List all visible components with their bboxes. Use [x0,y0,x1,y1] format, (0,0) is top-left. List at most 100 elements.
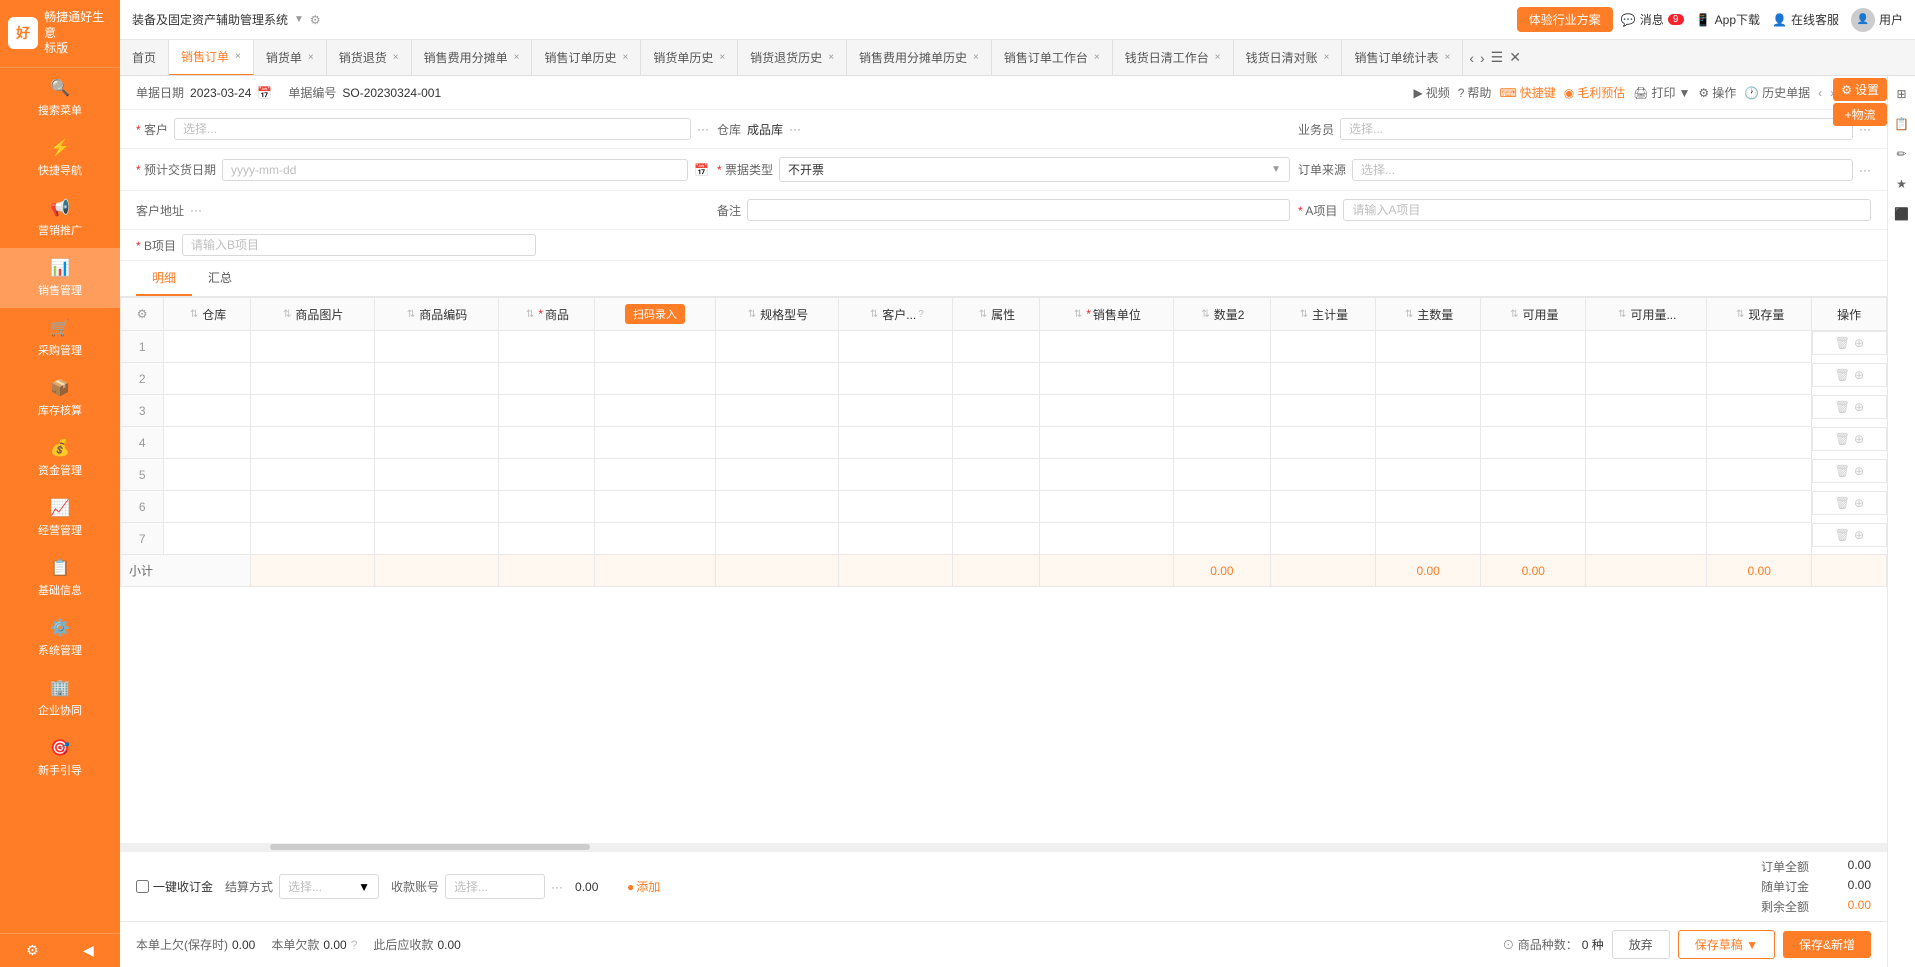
scroll-indicator[interactable] [120,843,1887,851]
tab-next-icon[interactable]: › [1478,50,1487,66]
message-item[interactable]: 💬 消息 9 [1621,11,1684,28]
salesperson-input[interactable] [1340,118,1853,140]
sort-icon[interactable]: ⇅ [526,309,534,320]
sidebar-item-sales[interactable]: 📊 销售管理 [0,248,120,308]
sort-icon[interactable]: ⇅ [1405,309,1413,320]
th-spec[interactable]: ⇅ 规格型号 [715,298,839,331]
tab-close-icon[interactable]: × [514,52,520,63]
th-product-code[interactable]: ⇅ 商品编码 [374,298,498,331]
tab-close-icon[interactable]: × [828,52,834,63]
tab-expense-history[interactable]: 销售费用分摊单历史 × [847,40,992,76]
delivery-date-input[interactable] [222,159,688,181]
title-dropdown-icon[interactable]: ▼ [294,14,304,25]
sidebar-item-guide[interactable]: 🎯 新手引导 [0,728,120,788]
th-available[interactable]: ⇅ 可用量 [1481,298,1586,331]
tab-close-icon[interactable]: × [393,52,399,63]
tab-sales-stats[interactable]: 销售订单统计表 × [1342,40,1463,76]
sidebar-settings-icon[interactable]: ⚙ [26,942,39,959]
view-btn[interactable]: ▶ 视频 [1413,84,1449,101]
th-warehouse[interactable]: ⇅ 仓库 [164,298,250,331]
info-icon[interactable]: ? [351,938,358,952]
tool-item-4[interactable]: ★ [1890,170,1914,198]
tab-close-icon[interactable]: × [308,52,314,63]
tab-sales-order[interactable]: 销售订单 × [169,40,254,76]
settings-icon[interactable]: ⚙ [310,13,321,27]
th-config[interactable]: ⚙ [121,298,164,331]
row-delete-icon[interactable]: 🗑 [1835,368,1850,382]
th-product[interactable]: ⇅ *商品 [498,298,595,331]
address-more-icon[interactable]: ··· [190,203,202,217]
app-download-item[interactable]: 📱 App下载 [1696,11,1760,28]
customer-input[interactable] [174,118,691,140]
history-btn[interactable]: 🕐 历史单据 [1744,84,1810,101]
tab-home[interactable]: 首页 [120,40,169,76]
tab-cash-workbench[interactable]: 钱货日清工作台 × [1113,40,1234,76]
sidebar-item-operations[interactable]: 📈 经营管理 [0,488,120,548]
row-copy-icon[interactable]: ⊕ [1854,528,1864,542]
sidebar-item-system[interactable]: ⚙️ 系统管理 [0,608,120,668]
delivery-date-cal-icon[interactable]: 📅 [694,163,709,177]
tab-close-icon[interactable]: × [973,52,979,63]
row-delete-icon[interactable]: 🗑 [1835,496,1850,510]
online-service-item[interactable]: 👤 在线客服 [1772,11,1839,28]
save-draft-button[interactable]: 保存草稿 ▼ [1678,930,1775,959]
th-product-image[interactable]: ⇅ 商品图片 [250,298,374,331]
ticket-type-select[interactable]: 不开票 ▼ [779,157,1290,182]
row-delete-icon[interactable]: 🗑 [1835,464,1850,478]
nav-prev-icon[interactable]: ‹ [1818,86,1822,100]
tab-prev-icon[interactable]: ‹ [1467,50,1476,66]
th-available2[interactable]: ⇅ 可用量... [1586,298,1707,331]
tab-close-icon[interactable]: × [1215,52,1221,63]
sidebar-item-basicinfo[interactable]: 📋 基础信息 [0,548,120,608]
solution-button[interactable]: 体验行业方案 [1517,7,1613,32]
sidebar-item-quick[interactable]: ⚡ 快捷导航 [0,128,120,188]
tab-close-icon[interactable]: × [235,51,241,62]
tab-return-history[interactable]: 销货退货历史 × [738,40,847,76]
tab-order-workbench[interactable]: 销售订单工作台 × [992,40,1113,76]
quick-payment-checkbox[interactable]: 一键收订金 [136,878,213,895]
tool-item-1[interactable]: ⊞ [1890,80,1914,108]
sort-icon[interactable]: ⇅ [283,309,291,320]
sidebar-item-inventory[interactable]: 📦 库存核算 [0,368,120,428]
calendar-icon[interactable]: 📅 [257,86,272,100]
tool-item-3[interactable]: ✏ [1890,140,1914,168]
tab-close-icon[interactable]: × [622,52,628,63]
th-main-quantity[interactable]: ⇅ 主数量 [1376,298,1481,331]
tab-summary[interactable]: 汇总 [192,261,248,296]
help-icon[interactable]: ? [918,309,924,320]
th-quantity2[interactable]: ⇅ 数量2 [1174,298,1271,331]
tab-invoice-history[interactable]: 销货单历史 × [641,40,738,76]
sort-icon[interactable]: ⇅ [1201,309,1209,320]
warehouse-more-icon[interactable]: ··· [789,122,801,136]
sort-icon[interactable]: ⇅ [190,309,198,320]
save-new-button[interactable]: 保存&新增 [1783,931,1871,958]
tab-expense-split[interactable]: 销售费用分摊单 × [412,40,533,76]
account-select[interactable]: 选择... [445,874,545,899]
tool-item-2[interactable]: 📋 [1890,110,1914,138]
shortcut-btn[interactable]: ⌨ 快捷键 [1499,84,1555,101]
sidebar-item-enterprise[interactable]: 🏢 企业协同 [0,668,120,728]
row-delete-icon[interactable]: 🗑 [1835,336,1850,350]
account-more-icon[interactable]: ··· [551,880,563,894]
discard-button[interactable]: 放弃 [1612,930,1670,959]
row-copy-icon[interactable]: ⊕ [1854,368,1864,382]
sort-icon[interactable]: ⇅ [1300,309,1308,320]
sort-icon[interactable]: ⇅ [870,309,878,320]
sort-icon[interactable]: ⇅ [748,309,756,320]
tab-menu-icon[interactable]: ☰ [1489,49,1506,66]
th-main-unit[interactable]: ⇅ 主计量 [1270,298,1375,331]
sidebar-item-finance[interactable]: 💰 资金管理 [0,428,120,488]
th-current-stock[interactable]: ⇅ 现存量 [1707,298,1812,331]
tab-close-icon[interactable]: × [1444,52,1450,63]
row-delete-icon[interactable]: 🗑 [1835,400,1850,414]
th-attribute[interactable]: ⇅ 属性 [953,298,1039,331]
detail-table-wrapper[interactable]: ⚙ ⇅ 仓库 ⇅ 商品图片 [120,297,1887,843]
tab-close-icon[interactable]: × [1094,52,1100,63]
operation-btn[interactable]: ⚙ 操作 [1698,84,1736,101]
row-copy-icon[interactable]: ⊕ [1854,432,1864,446]
order-source-more-icon[interactable]: ··· [1859,163,1871,177]
tab-order-history[interactable]: 销售订单历史 × [532,40,641,76]
row-copy-icon[interactable]: ⊕ [1854,400,1864,414]
sidebar-item-search[interactable]: 🔍 搜索菜单 [0,68,120,128]
th-scan[interactable]: 扫码录入 [595,298,715,331]
